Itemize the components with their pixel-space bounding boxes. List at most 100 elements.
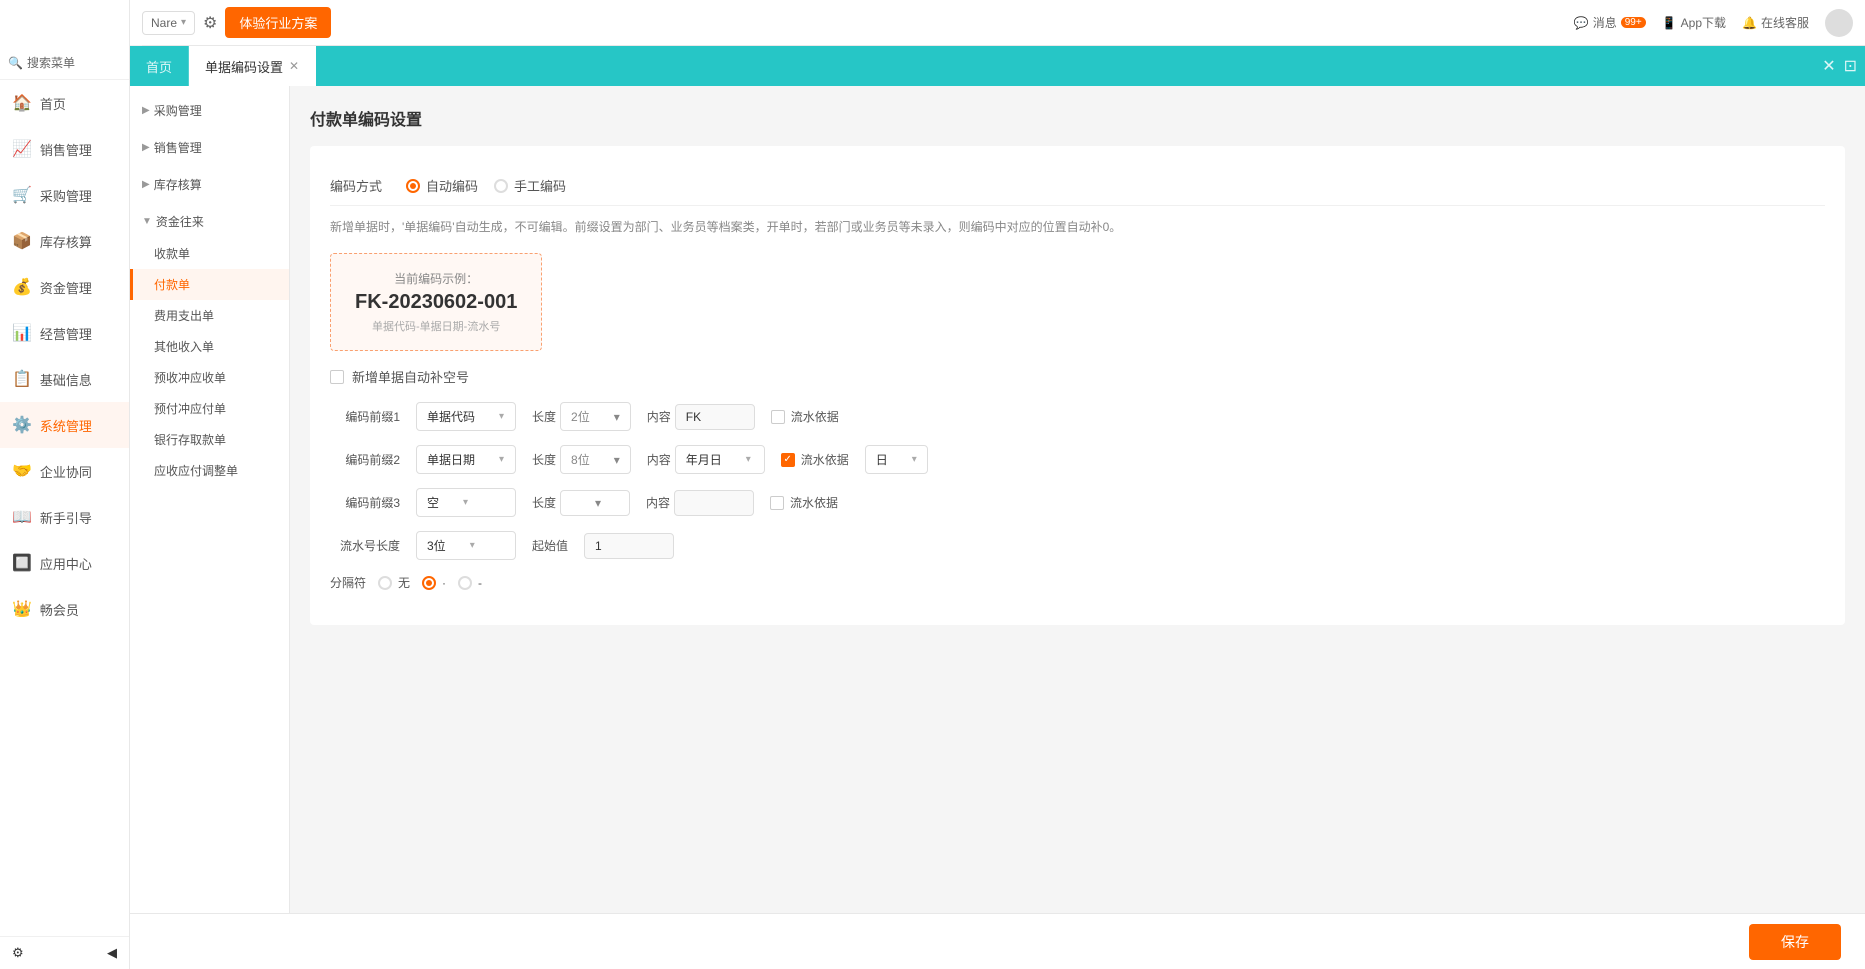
sidebar-item-sales-label: 销售管理: [40, 140, 92, 159]
tab-home[interactable]: 首页: [130, 46, 189, 86]
sidebar-item-purchase[interactable]: 🛒 采购管理: [0, 172, 129, 218]
sidebar-item-operations[interactable]: 📊 经营管理: [0, 310, 129, 356]
serial1-label: 流水依据: [791, 408, 839, 425]
serial2-unit-select[interactable]: 日 ▾: [865, 445, 928, 474]
serial-length-row: 流水号长度 3位 ▾ 起始值: [330, 531, 1825, 560]
sidebar-item-finance[interactable]: 💰 资金管理: [0, 264, 129, 310]
sidebar-item-guide[interactable]: 📖 新手引导: [0, 494, 129, 540]
length1-select[interactable]: 2位 ▾: [560, 402, 631, 431]
sidebar-item-system[interactable]: ⚙️ 系统管理: [0, 402, 129, 448]
collapse-icon[interactable]: ◀: [107, 945, 117, 961]
sep-none-radio[interactable]: [378, 576, 392, 590]
serial2-checkbox[interactable]: ✓: [781, 453, 795, 467]
online-service-item[interactable]: 🔔 在线客服: [1742, 14, 1809, 31]
sec-item-prepay-pay[interactable]: 预付冲应付单: [130, 393, 289, 424]
serial3-check: 流水依据: [770, 494, 838, 511]
settings-icon[interactable]: ⚙: [203, 13, 217, 33]
sidebar-item-member[interactable]: 👑 畅会员: [0, 586, 129, 632]
encode-method-row: 编码方式 自动编码 手工编码: [330, 166, 1825, 206]
sec-item-receipt[interactable]: 收款单: [130, 238, 289, 269]
bottom-bar: 保存: [130, 913, 1865, 969]
auto-encode-option[interactable]: 自动编码: [406, 176, 478, 195]
content3-input[interactable]: [674, 490, 754, 516]
serial2-unit-value: 日: [876, 451, 888, 468]
prefix3-select[interactable]: 空 ▾: [416, 488, 516, 517]
manual-encode-option[interactable]: 手工编码: [494, 176, 566, 195]
start-value-input[interactable]: [584, 533, 674, 559]
tab-encode-settings[interactable]: 单据编码设置 ✕: [189, 46, 316, 86]
tab-close-icon[interactable]: ✕: [289, 59, 299, 73]
sec-item-payment[interactable]: 付款单: [130, 269, 289, 300]
sidebar-nav: 🏠 首页 📈 销售管理 🛒 采购管理 📦 库存核算 💰 资金管理 📊 经营管理 …: [0, 80, 129, 936]
length2-label: 长度: [532, 451, 556, 468]
tab-maximize-icon[interactable]: ⊡: [1844, 56, 1857, 76]
sec-group-capital: ▼ 资金往来 收款单 付款单 费用支出单 其他收入单 预收冲应收单 预付冲应付单: [130, 205, 289, 486]
sep-dash-radio[interactable]: [458, 576, 472, 590]
sec-group-sales-title[interactable]: ▶ 销售管理: [130, 131, 289, 164]
system-icon: ⚙️: [12, 415, 32, 435]
sec-group-capital-title[interactable]: ▼ 资金往来: [130, 205, 289, 238]
auto-fill-checkbox[interactable]: [330, 370, 344, 384]
top-header: 畅捷通好生意 旗舰版 Nare ▾ ⚙ 体验行业方案 💬 消息 99+ 📱 Ap…: [0, 0, 1865, 46]
sidebar-item-partner-label: 企业协同: [40, 462, 92, 481]
prefix1-select[interactable]: 单据代码 ▾: [416, 402, 516, 431]
length1-field: 长度 2位 ▾: [532, 402, 631, 431]
sep-dot-radio[interactable]: [422, 576, 436, 590]
prefix3-arrow-icon: ▾: [463, 497, 468, 508]
prefix2-select[interactable]: 单据日期 ▾: [416, 445, 516, 474]
company-selector[interactable]: Nare ▾: [142, 11, 195, 35]
sep-none-option[interactable]: 无: [378, 574, 410, 591]
inventory-icon: 📦: [12, 231, 32, 251]
length1-value: 2位: [571, 408, 590, 425]
sidebar-item-sales[interactable]: 📈 销售管理: [0, 126, 129, 172]
form-row-prefix2: 编码前缀2 单据日期 ▾ 长度 8位 ▾ 内容 年月日 ▾: [330, 445, 1825, 474]
sec-item-other-income[interactable]: 其他收入单: [130, 331, 289, 362]
content2-value: 年月日: [686, 451, 722, 468]
sec-item-expense[interactable]: 费用支出单: [130, 300, 289, 331]
sec-item-ar-ap[interactable]: 应收应付调整单: [130, 455, 289, 486]
sidebar-search[interactable]: 🔍 搜索菜单: [0, 46, 129, 80]
length3-field: 长度 ▾: [532, 490, 630, 516]
sec-item-bank[interactable]: 银行存取款单: [130, 424, 289, 455]
content2-select[interactable]: 年月日 ▾: [675, 445, 765, 474]
sales-icon: 📈: [12, 139, 32, 159]
content3-field: 内容: [646, 490, 754, 516]
prefix2-value: 单据日期: [427, 451, 475, 468]
length1-label: 长度: [532, 408, 556, 425]
sidebar-item-home[interactable]: 🏠 首页: [0, 80, 129, 126]
settings-bottom-icon[interactable]: ⚙: [12, 945, 24, 961]
sep-dot-option[interactable]: ·: [422, 576, 446, 590]
auto-encode-radio[interactable]: [406, 179, 420, 193]
length2-select[interactable]: 8位 ▾: [560, 445, 631, 474]
header-right: 💬 消息 99+ 📱 App下载 🔔 在线客服: [1574, 9, 1853, 37]
content1-input[interactable]: [675, 404, 755, 430]
tab-minimize-icon[interactable]: ✕: [1822, 56, 1835, 76]
capital-arrow-icon: ▼: [142, 216, 152, 227]
app-download-item[interactable]: 📱 App下载: [1662, 14, 1726, 31]
serial1-checkbox[interactable]: [771, 410, 785, 424]
sep-dash-option[interactable]: -: [458, 576, 482, 590]
length2-field: 长度 8位 ▾: [532, 445, 631, 474]
manual-encode-radio[interactable]: [494, 179, 508, 193]
auto-fill-label: 新增单据自动补空号: [352, 367, 469, 386]
sec-item-receipt-label: 收款单: [154, 247, 190, 261]
trial-button[interactable]: 体验行业方案: [225, 7, 331, 38]
sidebar-item-partner[interactable]: 🤝 企业协同: [0, 448, 129, 494]
length3-select[interactable]: ▾: [560, 490, 630, 516]
purchase-arrow-icon: ▶: [142, 105, 150, 116]
chevron-down-icon: ▾: [181, 17, 186, 28]
sec-group-purchase-title[interactable]: ▶ 采购管理: [130, 94, 289, 127]
sidebar-item-apps[interactable]: 🔲 应用中心: [0, 540, 129, 586]
avatar[interactable]: [1825, 9, 1853, 37]
sec-group-inventory-title[interactable]: ▶ 库存核算: [130, 168, 289, 201]
sidebar-item-basic[interactable]: 📋 基础信息: [0, 356, 129, 402]
serial-length-select[interactable]: 3位 ▾: [416, 531, 516, 560]
sidebar-item-inventory[interactable]: 📦 库存核算: [0, 218, 129, 264]
save-button[interactable]: 保存: [1749, 924, 1841, 960]
sec-item-prepay-receive[interactable]: 预收冲应收单: [130, 362, 289, 393]
messages-item[interactable]: 💬 消息 99+: [1574, 14, 1646, 31]
serial3-checkbox[interactable]: [770, 496, 784, 510]
radio-group: 自动编码 手工编码: [406, 176, 566, 195]
message-icon: 💬: [1574, 16, 1589, 30]
form-row-prefix3: 编码前缀3 空 ▾ 长度 ▾ 内容: [330, 488, 1825, 517]
